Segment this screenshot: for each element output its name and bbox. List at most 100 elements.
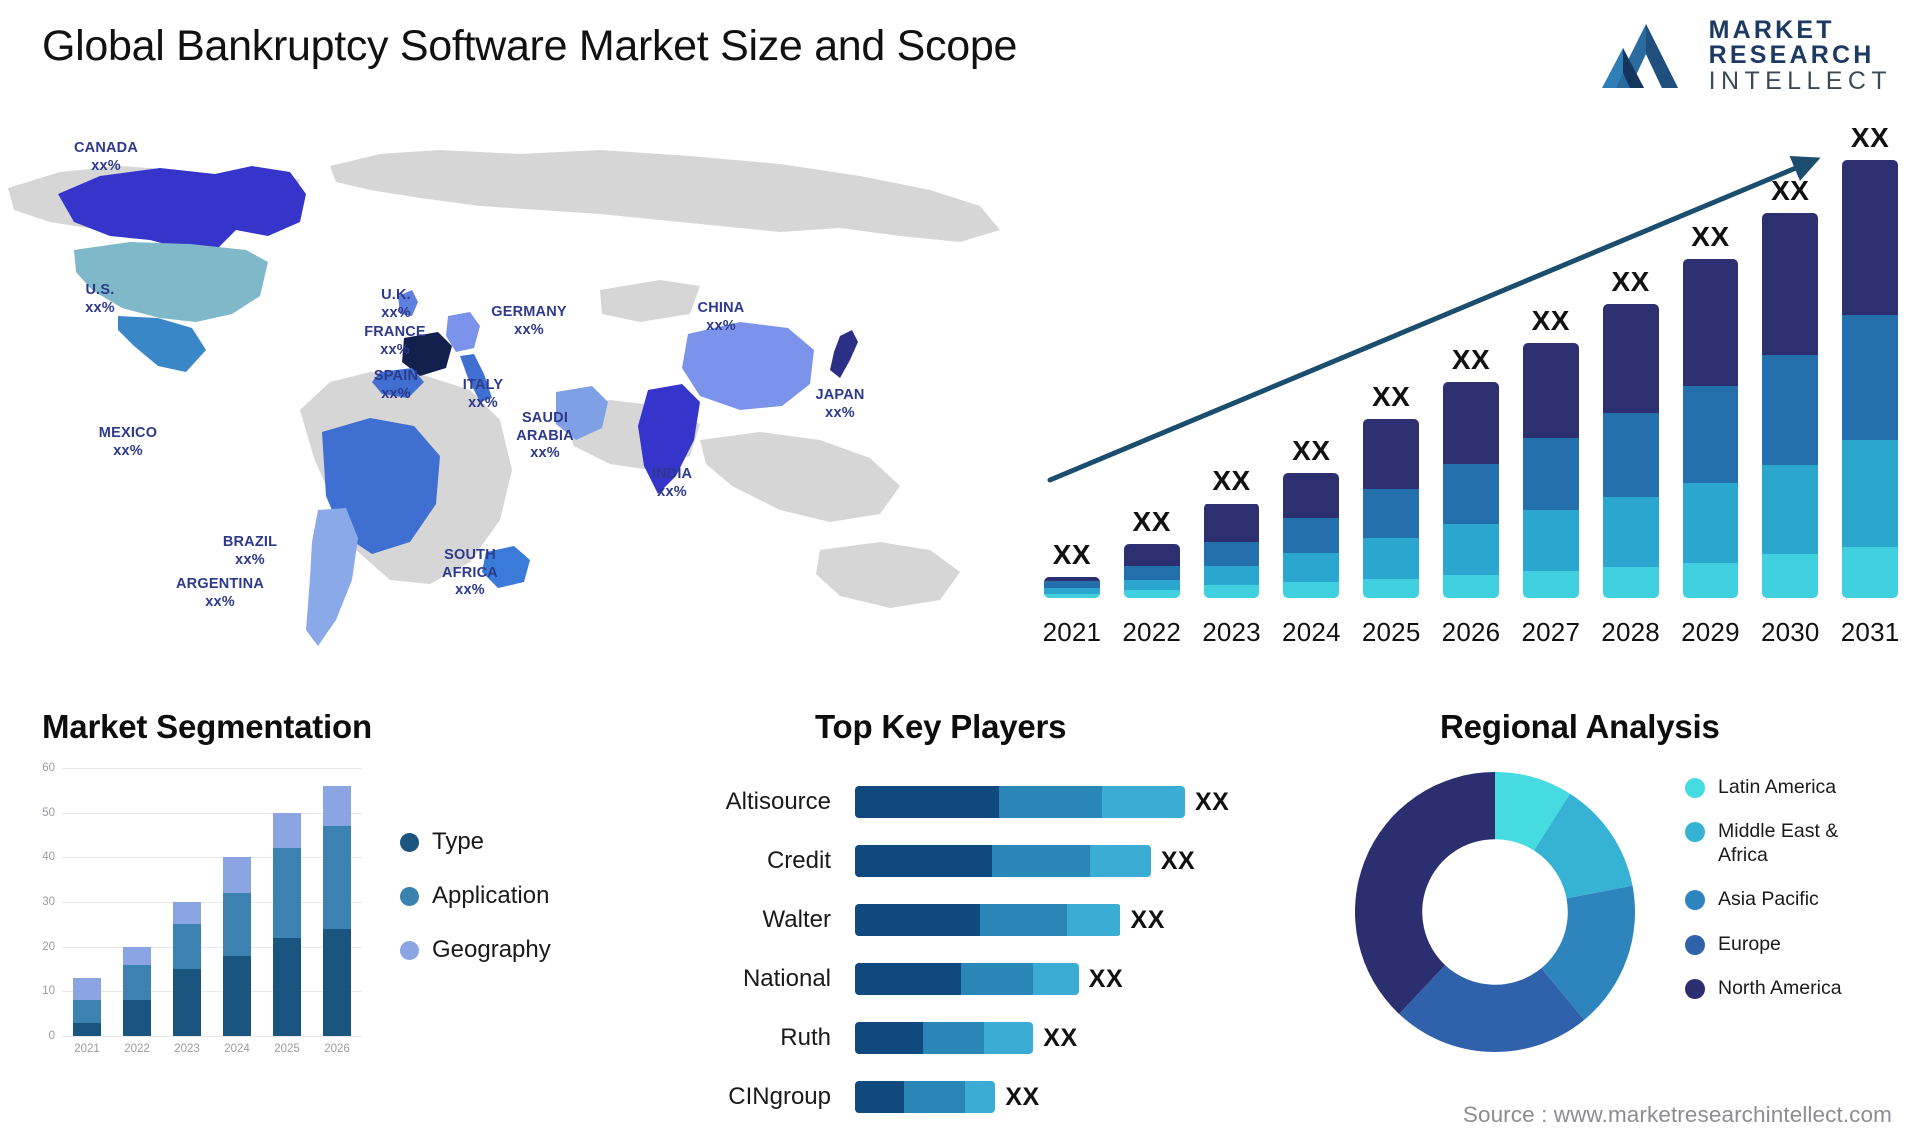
player-bar-stack	[855, 786, 1185, 818]
growth-bar-segment-segment-2	[1762, 464, 1819, 555]
map-label-percent: xx%	[113, 442, 143, 459]
segmentation-bar-2025	[273, 812, 301, 1036]
growth-bar-stack	[1842, 159, 1898, 598]
growth-axis-year-2031: 2031	[1840, 617, 1900, 647]
map-label-percent: xx%	[530, 445, 560, 462]
legend-color-dot	[400, 832, 419, 852]
market-segmentation-panel: Market Segmentation 0 10 20 30 40 50 60 2021 202…	[0, 700, 620, 1146]
player-bar-segment-segment-1	[855, 963, 962, 995]
country-japan	[830, 330, 858, 378]
top-key-players-panel: Top Key Players Altisource XX Credit XX Walt…	[620, 700, 1300, 1146]
map-label-percent: xx%	[455, 582, 485, 599]
map-label-u-k: U.K. xx%	[381, 287, 411, 322]
regional-donut-chart	[1355, 772, 1635, 1052]
legend-label: Middle East & Africa	[1718, 820, 1839, 866]
growth-bar-segment-segment-4	[1762, 213, 1819, 356]
growth-axis-year-2021: 2021	[1042, 617, 1102, 647]
logo-line-1: MARKET	[1708, 16, 1835, 44]
growth-bar-stack	[1363, 418, 1420, 598]
map-label-france: FRANCE xx%	[364, 324, 426, 359]
segmentation-bar-2026	[323, 785, 351, 1036]
growth-bar-segment-segment-2	[1203, 565, 1260, 586]
country-canada	[58, 166, 306, 250]
legend-label: North America	[1718, 976, 1842, 999]
map-label-country: MEXICO	[98, 425, 158, 441]
players-rows-group: Altisource XX Credit XX Walter XX National XX Ru…	[620, 700, 1300, 1146]
growth-bar-segment-segment-1	[1363, 578, 1420, 598]
mri-mountain-logo-icon	[1601, 24, 1678, 88]
brand-logo: MARKET RESEARCH INTELLECT	[1599, 18, 1892, 94]
map-label-country: GERMANY	[491, 304, 567, 320]
growth-bar-segment-segment-4	[1203, 503, 1260, 543]
growth-bar-2023: XX	[1203, 465, 1260, 598]
growth-bar-value-label: XX	[1850, 121, 1890, 153]
growth-bar-segment-segment-3	[1443, 463, 1499, 524]
map-label-india: INDIA xx%	[652, 466, 692, 501]
growth-bar-stack	[1522, 342, 1579, 598]
segmentation-y-tick: 50	[42, 806, 55, 819]
segmentation-y-tick: 20	[42, 940, 55, 953]
map-label-percent: xx%	[85, 299, 115, 316]
regional-legend-item-europe: Europe	[1685, 933, 1886, 956]
regional-analysis-panel: Regional Analysis Latin America Middle Ea…	[1300, 700, 1920, 1146]
growth-bar-stack	[1283, 473, 1340, 598]
segmentation-y-tick: 40	[42, 851, 55, 864]
map-label-country: INDIA	[651, 466, 693, 482]
player-row-national: National XX	[620, 963, 1300, 995]
map-label-country: CANADA	[73, 140, 139, 156]
growth-bar-segment-segment-1	[1522, 570, 1579, 598]
segmentation-segment-type	[223, 955, 251, 1036]
segmentation-segment-type	[323, 928, 351, 1036]
segmentation-segment-application	[73, 1000, 101, 1023]
growth-bar-segment-segment-4	[1682, 258, 1739, 386]
player-bar-stack	[855, 1081, 996, 1113]
logo-wordmark: MARKET RESEARCH INTELLECT	[1709, 18, 1892, 94]
player-bar-segment-segment-2	[980, 904, 1068, 936]
growth-bar-stack	[1682, 258, 1739, 598]
growth-bar-segment-segment-1	[1443, 574, 1499, 598]
segmentation-segment-geography	[223, 857, 251, 894]
player-bar-segment-segment-2	[904, 1081, 965, 1113]
player-name-label: Credit	[766, 847, 831, 874]
map-label-percent: xx%	[706, 317, 736, 334]
map-label-saudi-arabia: SAUDI ARABIA xx%	[516, 410, 574, 463]
map-label-germany: GERMANY xx%	[491, 304, 567, 339]
map-label-percent: xx%	[381, 385, 411, 402]
growth-bar-segment-segment-1	[1762, 554, 1819, 598]
growth-bar-segment-segment-3	[1522, 438, 1579, 511]
segmentation-segment-type	[173, 969, 201, 1036]
map-label-percent: xx%	[657, 483, 687, 500]
map-label-percent: xx%	[514, 321, 544, 338]
growth-bar-value-label: XX	[1771, 175, 1810, 207]
player-bar-segment-segment-3	[1090, 845, 1151, 877]
growth-bar-segment-segment-3	[1363, 488, 1420, 538]
logo-line-2: RESEARCH	[1708, 41, 1875, 69]
segmentation-x-tick-2023: 2023	[174, 1043, 200, 1055]
segmentation-gridline	[62, 1036, 362, 1037]
map-label-japan: JAPAN xx%	[815, 387, 864, 422]
map-label-country: ARGENTINA	[176, 576, 264, 592]
segmentation-segment-application	[273, 848, 301, 938]
segmentation-segment-type	[73, 1022, 101, 1036]
growth-bar-segment-segment-1	[1842, 547, 1898, 598]
player-bar-segment-segment-1	[855, 1081, 905, 1113]
map-label-percent: xx%	[205, 593, 235, 610]
growth-bar-2025: XX	[1363, 381, 1420, 598]
player-bar-segment-segment-3	[1033, 963, 1079, 995]
growth-bar-segment-segment-4	[1363, 418, 1420, 489]
map-label-country: SOUTH AFRICA	[442, 547, 498, 581]
map-label-brazil: BRAZIL xx%	[223, 534, 277, 569]
segmentation-x-tick-2024: 2024	[224, 1043, 250, 1055]
player-bar-stack	[855, 845, 1151, 877]
legend-label: Application	[432, 882, 550, 909]
player-row-altisource: Altisource XX	[620, 786, 1300, 818]
country-mexico	[118, 316, 206, 372]
growth-bar-segment-segment-4	[1842, 159, 1898, 316]
player-bar-segment-segment-3	[983, 1022, 1034, 1054]
growth-bar-segment-segment-2	[1602, 496, 1659, 567]
growth-bar-segment-segment-3	[1682, 385, 1739, 484]
player-bar-stack	[855, 904, 1121, 936]
growth-bar-segment-segment-1	[1602, 566, 1659, 598]
map-label-mexico: MEXICO xx%	[99, 425, 157, 460]
regional-analysis-title: Regional Analysis	[1440, 708, 1720, 745]
